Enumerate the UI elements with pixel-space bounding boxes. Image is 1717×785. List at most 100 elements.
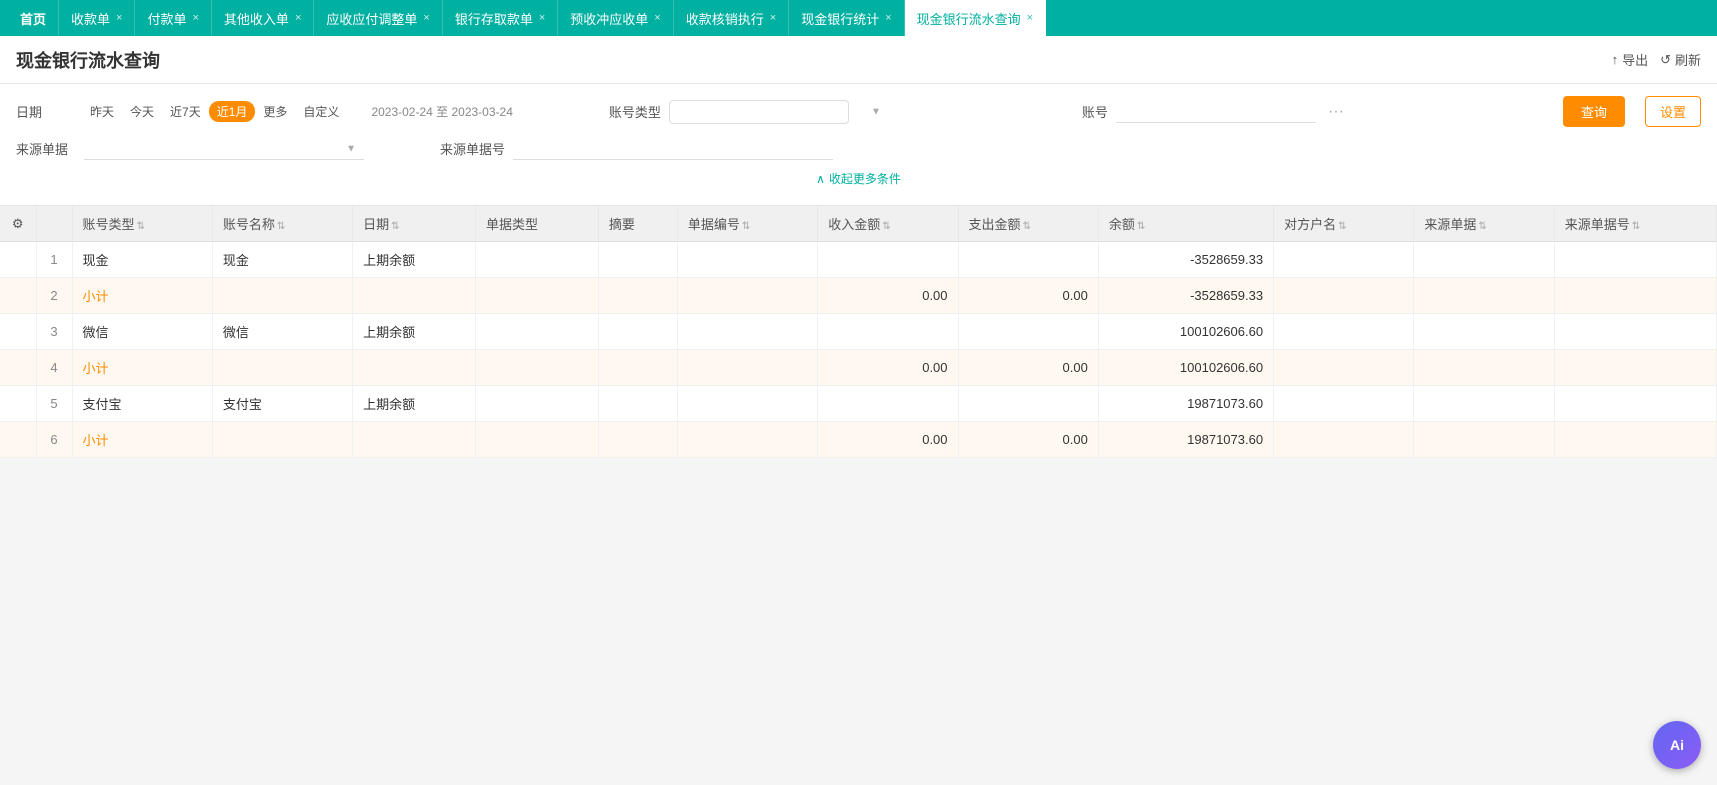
col-doc-type[interactable]: 单据类型 (475, 206, 598, 242)
table-cell (1554, 242, 1716, 278)
col-date[interactable]: 日期⇅ (353, 206, 476, 242)
nav-payment-label: 付款单 (147, 9, 186, 28)
data-table: ⚙ 账号类型⇅ 账号名称⇅ 日期⇅ 单据类型 摘要 单据编号⇅ (0, 206, 1717, 458)
col-counterpart[interactable]: 对方户名⇅ (1274, 206, 1414, 242)
table-cell (212, 422, 352, 458)
account-type-group: 账号类型 现金 微信 支付宝 (609, 100, 1066, 124)
col-doc-num[interactable]: 单据编号⇅ (677, 206, 817, 242)
table-cell: 0.00 (818, 278, 958, 314)
table-cell (475, 314, 598, 350)
table-header: ⚙ 账号类型⇅ 账号名称⇅ 日期⇅ 单据类型 摘要 单据编号⇅ (0, 206, 1717, 242)
col-source-doc[interactable]: 来源单据⇅ (1414, 206, 1554, 242)
table-cell (598, 314, 677, 350)
table-cell (1274, 350, 1414, 386)
nav-bank-deposit[interactable]: 银行存取款单 × (443, 0, 558, 36)
table-row: 5支付宝支付宝上期余额19871073.60 (0, 386, 1717, 422)
table-cell (0, 422, 36, 458)
table-cell (1414, 242, 1554, 278)
nav-bank-stats[interactable]: 现金银行统计 × (789, 0, 904, 36)
nav-write-off-close[interactable]: × (770, 12, 776, 24)
col-balance[interactable]: 余额⇅ (1098, 206, 1273, 242)
table-cell (958, 386, 1098, 422)
table-cell (1554, 386, 1716, 422)
export-button[interactable]: ↑ 导出 (1612, 50, 1649, 69)
export-label: 导出 (1622, 50, 1648, 69)
table-cell: 上期余额 (353, 314, 476, 350)
date-filter-label: 日期 (16, 102, 66, 121)
col-source-doc-num[interactable]: 来源单据号⇅ (1554, 206, 1716, 242)
table-cell (1414, 278, 1554, 314)
table-row: 6小计0.000.0019871073.60 (0, 422, 1717, 458)
date-btn-1month[interactable]: 近1月 (209, 101, 256, 122)
nav-bank-flow[interactable]: 现金银行流水查询 × (905, 0, 1046, 36)
table-cell: 100102606.60 (1098, 314, 1273, 350)
nav-payment[interactable]: 付款单 × (135, 0, 211, 36)
table-cell (1274, 314, 1414, 350)
col-account-name[interactable]: 账号名称⇅ (212, 206, 352, 242)
nav-write-off[interactable]: 收款核销执行 × (674, 0, 789, 36)
table-cell: 0.00 (958, 422, 1098, 458)
date-filters: 昨天 今天 近7天 近1月 更多 自定义 (82, 101, 347, 122)
table-row: 2小计0.000.00-3528659.33 (0, 278, 1717, 314)
nav-payment-close[interactable]: × (192, 12, 198, 24)
nav-bank-flow-label: 现金银行流水查询 (917, 9, 1021, 28)
table-cell (353, 278, 476, 314)
account-type-select[interactable]: 现金 微信 支付宝 (669, 100, 849, 124)
nav-other-income[interactable]: 其他收入单 × (212, 0, 314, 36)
filter-row-2: 来源单据 来源单据号 (16, 137, 1701, 160)
date-btn-more[interactable]: 更多 (255, 101, 295, 122)
nav-home-label: 首页 (20, 9, 46, 28)
header-bar: 现金银行流水查询 ↑ 导出 ↺ 刷新 (0, 36, 1717, 84)
col-account-type[interactable]: 账号类型⇅ (72, 206, 212, 242)
table-cell: 4 (36, 350, 72, 386)
table-cell: 5 (36, 386, 72, 422)
collapse-up-icon: ∧ (816, 172, 825, 186)
col-settings[interactable]: ⚙ (0, 206, 36, 242)
table-cell (1414, 314, 1554, 350)
nav-receipt-close[interactable]: × (116, 12, 122, 24)
nav-other-income-close[interactable]: × (295, 12, 301, 24)
nav-ar-ap-adjust[interactable]: 应收应付调整单 × (314, 0, 442, 36)
nav-prepayment-close[interactable]: × (654, 12, 660, 24)
query-button[interactable]: 查询 (1563, 96, 1625, 127)
refresh-button[interactable]: ↺ 刷新 (1660, 50, 1701, 69)
source-doc-select[interactable] (84, 137, 364, 160)
nav-prepayment[interactable]: 预收冲应收单 × (558, 0, 673, 36)
table-cell (475, 242, 598, 278)
table-cell: 上期余额 (353, 386, 476, 422)
date-btn-7days[interactable]: 近7天 (162, 101, 209, 122)
source-doc-num-input[interactable] (513, 137, 833, 160)
collapse-more-conditions[interactable]: ∧ 收起更多条件 (16, 164, 1701, 193)
table-row: 3微信微信上期余额100102606.60 (0, 314, 1717, 350)
date-btn-today[interactable]: 今天 (122, 101, 162, 122)
account-input[interactable] (1116, 100, 1316, 123)
table-cell (1554, 278, 1716, 314)
col-income[interactable]: 收入金额⇅ (818, 206, 958, 242)
table-cell (677, 350, 817, 386)
date-range-display: 2023-02-24 至 2023-03-24 (371, 103, 512, 120)
nav-bank-deposit-close[interactable]: × (539, 12, 545, 24)
nav-ar-ap-close[interactable]: × (423, 12, 429, 24)
table-cell (1274, 422, 1414, 458)
ai-assistant-button[interactable]: Ai (1653, 721, 1701, 769)
header-actions: ↑ 导出 ↺ 刷新 (1612, 50, 1701, 69)
account-more-dots[interactable]: ··· (1328, 103, 1344, 121)
table-cell (677, 314, 817, 350)
settings-button[interactable]: 设置 (1645, 96, 1701, 127)
table-cell (818, 314, 958, 350)
table-cell: 0.00 (818, 350, 958, 386)
filter-row-1: 日期 昨天 今天 近7天 近1月 更多 自定义 2023-02-24 至 202… (16, 96, 1701, 127)
table-cell (677, 386, 817, 422)
table-cell (1554, 350, 1716, 386)
table-cell: 上期余额 (353, 242, 476, 278)
nav-receipt[interactable]: 收款单 × (59, 0, 135, 36)
date-btn-yesterday[interactable]: 昨天 (82, 101, 122, 122)
nav-home[interactable]: 首页 (8, 0, 59, 36)
nav-write-off-label: 收款核销执行 (686, 9, 764, 28)
nav-bank-flow-close[interactable]: × (1027, 12, 1033, 24)
table-cell (1414, 386, 1554, 422)
date-btn-custom[interactable]: 自定义 (295, 101, 347, 122)
col-expense[interactable]: 支出金额⇅ (958, 206, 1098, 242)
nav-bank-stats-close[interactable]: × (885, 12, 891, 24)
table-cell (677, 422, 817, 458)
